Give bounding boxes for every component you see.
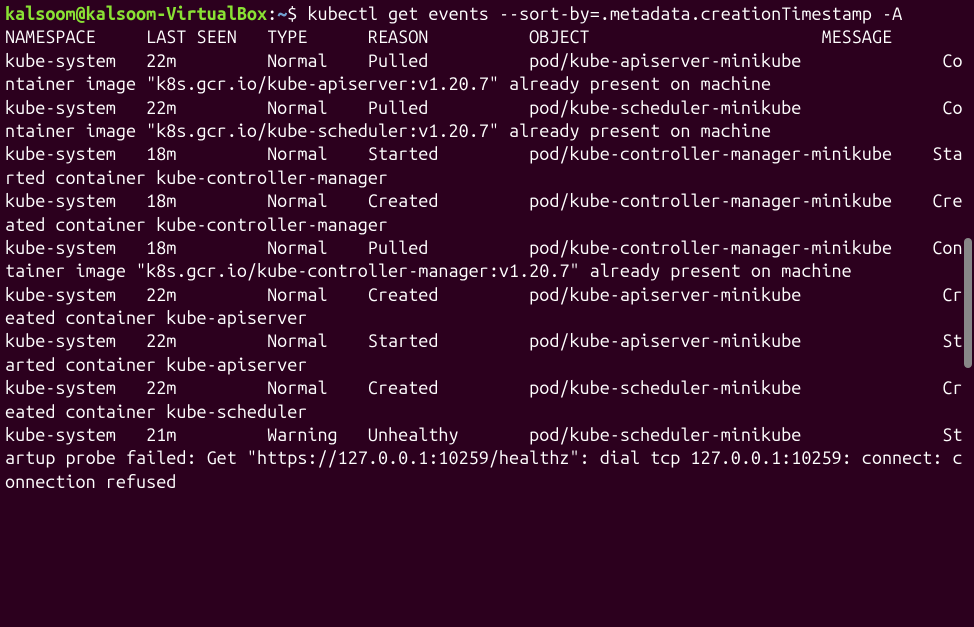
prompt-dollar: $ <box>287 4 307 24</box>
scrollbar[interactable] <box>964 238 972 368</box>
event-row: kube-system 22m Normal Created pod/kube-… <box>5 377 969 424</box>
command-line[interactable]: kalsoom@kalsoom-VirtualBox:~$ kubectl ge… <box>5 3 969 26</box>
event-row: kube-system 22m Normal Started pod/kube-… <box>5 330 969 377</box>
prompt-colon: : <box>267 4 277 24</box>
event-row: kube-system 21m Warning Unhealthy pod/ku… <box>5 424 969 494</box>
prompt-path: ~ <box>277 4 287 24</box>
event-row: kube-system 18m Normal Created pod/kube-… <box>5 190 969 237</box>
prompt-user: kalsoom@kalsoom-VirtualBox <box>5 4 267 24</box>
output-header: NAMESPACE LAST SEEN TYPE REASON OBJECT M… <box>5 26 969 49</box>
event-row: kube-system 18m Normal Started pod/kube-… <box>5 143 969 190</box>
event-row: kube-system 22m Normal Created pod/kube-… <box>5 284 969 331</box>
event-row: kube-system 18m Normal Pulled pod/kube-c… <box>5 237 969 284</box>
event-row: kube-system 22m Normal Pulled pod/kube-a… <box>5 50 969 97</box>
event-row: kube-system 22m Normal Pulled pod/kube-s… <box>5 97 969 144</box>
command-text: kubectl get events --sort-by=.metadata.c… <box>307 4 902 24</box>
